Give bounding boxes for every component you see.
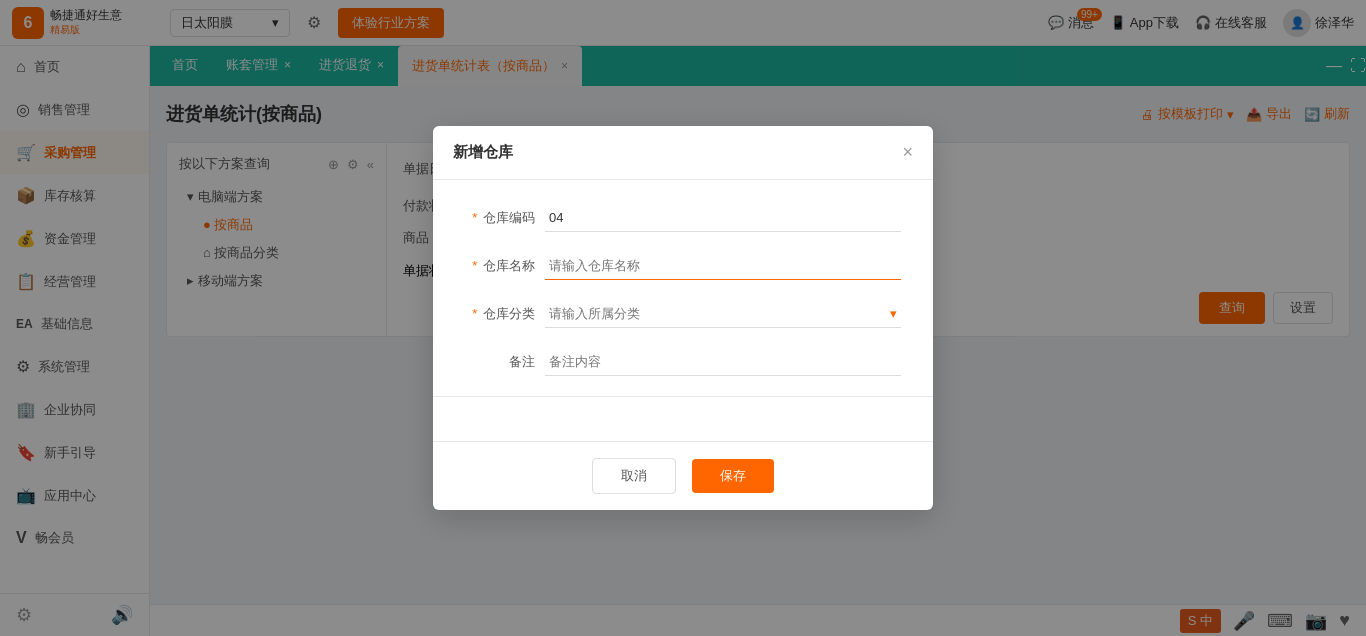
warehouse-name-label: * 仓库名称: [465, 257, 545, 275]
warehouse-category-input[interactable]: [549, 306, 890, 321]
form-row-name: * 仓库名称: [465, 252, 901, 280]
required-mark-code: *: [472, 210, 477, 225]
warehouse-code-input[interactable]: [545, 204, 901, 232]
form-row-code: * 仓库编码: [465, 204, 901, 232]
new-warehouse-modal: 新增仓库 × * 仓库编码 * 仓库名称: [433, 126, 933, 510]
form-row-category: * 仓库分类 ▾: [465, 300, 901, 328]
modal-overlay[interactable]: 新增仓库 × * 仓库编码 * 仓库名称: [0, 0, 1366, 636]
modal-title: 新增仓库: [453, 143, 513, 162]
required-mark-name: *: [472, 258, 477, 273]
cancel-button[interactable]: 取消: [592, 458, 676, 494]
modal-close-button[interactable]: ×: [902, 142, 913, 163]
form-row-notes: 备注: [465, 348, 901, 376]
category-dropdown-icon: ▾: [890, 306, 897, 321]
modal-footer: 取消 保存: [433, 441, 933, 510]
warehouse-name-input[interactable]: [545, 252, 901, 280]
save-button[interactable]: 保存: [692, 459, 774, 493]
warehouse-category-select[interactable]: ▾: [545, 300, 901, 328]
warehouse-category-label: * 仓库分类: [465, 305, 545, 323]
modal-divider: [433, 396, 933, 397]
required-mark-category: *: [472, 306, 477, 321]
notes-label: 备注: [465, 353, 545, 371]
warehouse-code-label: * 仓库编码: [465, 209, 545, 227]
modal-body: * 仓库编码 * 仓库名称 * 仓库分类: [433, 180, 933, 441]
notes-input[interactable]: [545, 348, 901, 376]
modal-header: 新增仓库 ×: [433, 126, 933, 180]
